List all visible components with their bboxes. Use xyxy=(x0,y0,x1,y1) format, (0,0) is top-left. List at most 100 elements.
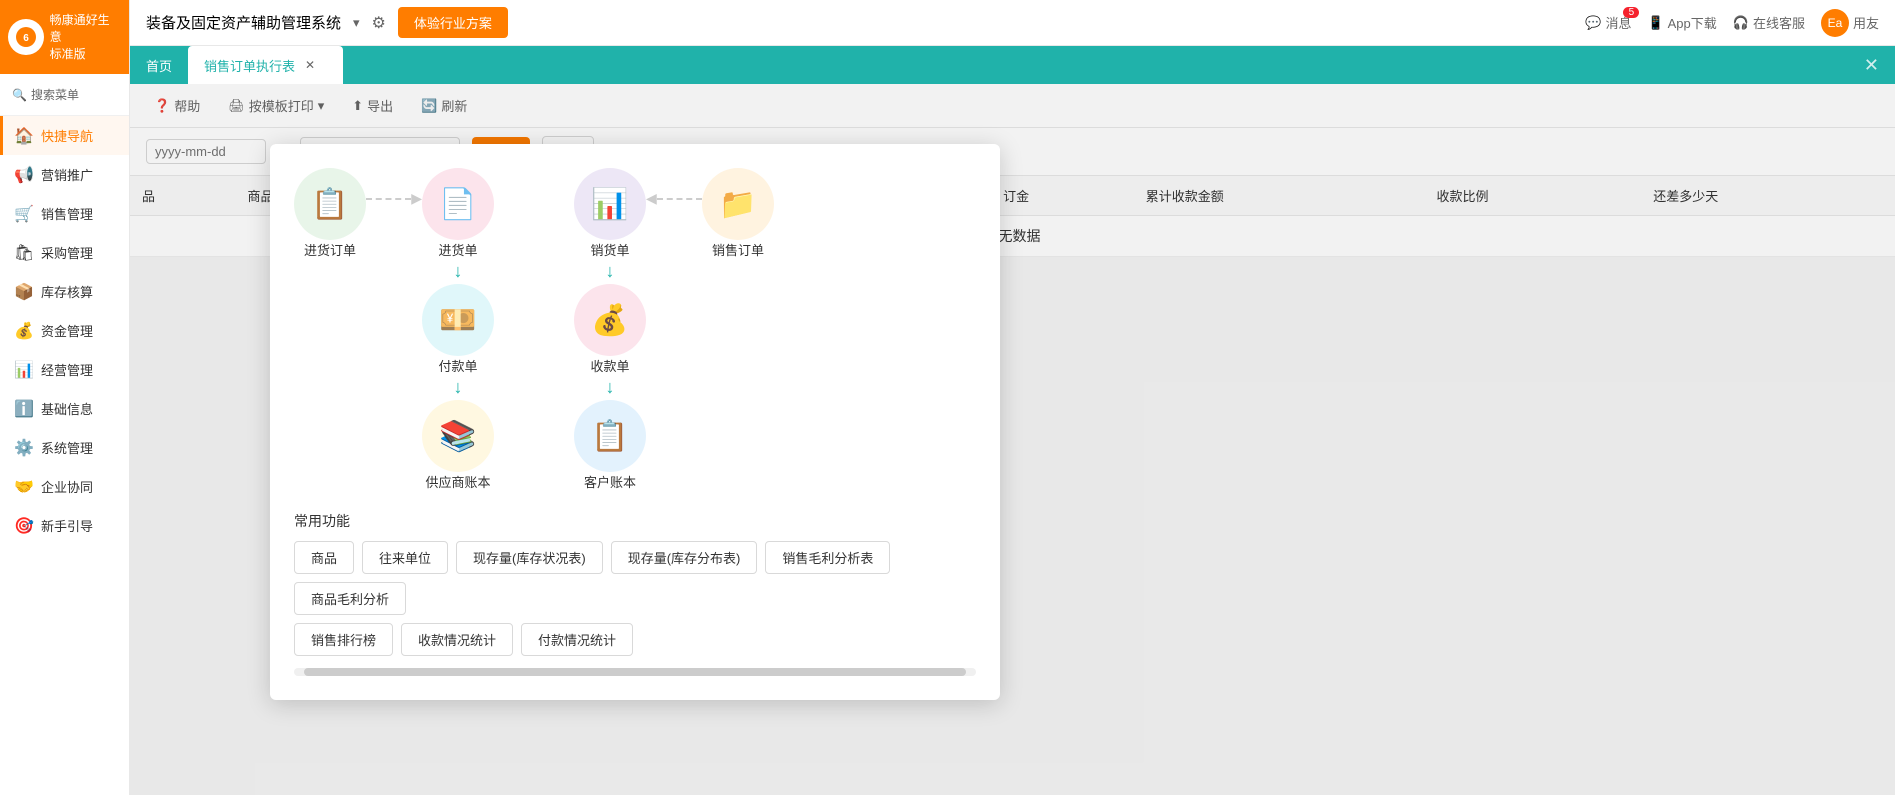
sidebar-item-enterprise[interactable]: 🤝 企业协同 xyxy=(0,467,129,506)
tab-home-label: 首页 xyxy=(146,56,172,75)
app-download-action[interactable]: 📱 App下载 xyxy=(1647,13,1716,32)
func-btn-inventory-dist[interactable]: 现存量(库存分布表) xyxy=(611,541,758,574)
purchase-bill-icon: 📄 xyxy=(439,187,476,222)
inventory-icon: 📦 xyxy=(15,283,33,301)
sales-bill-icon: 📊 xyxy=(591,187,628,222)
func-btn-product[interactable]: 商品 xyxy=(294,541,354,574)
search-menu-label: 搜索菜单 xyxy=(31,86,79,103)
flow-modal: 📋 进货订单 ▶ 📄 xyxy=(270,144,1000,700)
sidebar-item-label: 企业协同 xyxy=(41,477,93,496)
title-dropdown-icon[interactable]: ▾ xyxy=(353,15,360,31)
sidebar-item-ops[interactable]: 📊 经营管理 xyxy=(0,350,129,389)
customer-ledger-label: 客户账本 xyxy=(584,472,636,491)
search-menu-button[interactable]: 🔍 搜索菜单 xyxy=(8,82,121,107)
newbie-icon: 🎯 xyxy=(15,517,33,535)
receipt-bill-circle[interactable]: 💰 xyxy=(574,284,646,356)
arrow-right-1: ▶ xyxy=(366,168,422,207)
main-area: 装备及固定资产辅助管理系统 ▾ ⚙ 体验行业方案 💬 消息 5 📱 App下载 … xyxy=(130,0,1895,795)
app-download-label: App下载 xyxy=(1668,13,1717,32)
sidebar-item-sysconfig[interactable]: ⚙️ 系统管理 xyxy=(0,428,129,467)
app-title: 装备及固定资产辅助管理系统 xyxy=(146,12,341,33)
sales-bill-circle[interactable]: 📊 xyxy=(574,168,646,240)
modal-overlay[interactable]: 📋 进货订单 ▶ 📄 xyxy=(130,84,1895,795)
svg-text:6: 6 xyxy=(23,33,29,44)
sidebar-item-label: 营销推广 xyxy=(41,165,93,184)
message-badge: 5 xyxy=(1623,7,1639,18)
customer-ledger-circle[interactable]: 📋 xyxy=(574,400,646,472)
purchase-order-icon: 📋 xyxy=(311,187,348,222)
sales-order-circle[interactable]: 📁 xyxy=(702,168,774,240)
logo-icon: 6 xyxy=(8,19,44,55)
user-label: 用友 xyxy=(1853,13,1879,32)
basic-icon: ℹ️ xyxy=(15,400,33,418)
content-area: ❓ 帮助 🖨 按模板打印 ▾ ⬆ 导出 🔄 刷新 xyxy=(130,84,1895,795)
tabbar-right: ✕ xyxy=(1864,55,1895,76)
payment-bill-icon: 💴 xyxy=(439,303,476,338)
func-btn-product-margin[interactable]: 商品毛利分析 xyxy=(294,582,406,615)
sysconfig-icon: ⚙️ xyxy=(15,439,33,457)
purchase-order-label: 进货订单 xyxy=(304,240,356,259)
func-btn-contacts[interactable]: 往来单位 xyxy=(362,541,448,574)
sidebar-item-quick-nav[interactable]: 🏠 快捷导航 xyxy=(0,116,129,155)
purchase-order-circle[interactable]: 📋 xyxy=(294,168,366,240)
ops-icon: 📊 xyxy=(15,361,33,379)
payment-bill-circle[interactable]: 💴 xyxy=(422,284,494,356)
sidebar-item-basic[interactable]: ℹ️ 基础信息 xyxy=(0,389,129,428)
quick-nav-icon: 🏠 xyxy=(15,127,33,145)
flow-sales-order: 📁 销售订单 xyxy=(702,168,774,259)
marketing-icon: 📢 xyxy=(15,166,33,184)
supplier-ledger-circle[interactable]: 📚 xyxy=(422,400,494,472)
tab-sales-order-exec[interactable]: 销售订单执行表 ✕ xyxy=(188,46,343,84)
func-btn-payment-stats[interactable]: 付款情况统计 xyxy=(521,623,633,656)
func-btn-receipt-stats[interactable]: 收款情况统计 xyxy=(401,623,513,656)
sidebar: 6 畅康通好生意 标准版 🔍 搜索菜单 🏠 快捷导航 📢 营销推广 xyxy=(0,0,130,795)
sidebar-item-newbie[interactable]: 🎯 新手引导 xyxy=(0,506,129,545)
sidebar-item-inventory[interactable]: 📦 库存核算 xyxy=(0,272,129,311)
avatar-text: Ea xyxy=(1828,16,1843,30)
avatar: Ea xyxy=(1821,9,1849,37)
sales-order-label: 销售订单 xyxy=(712,240,764,259)
sidebar-item-label: 库存核算 xyxy=(41,282,93,301)
online-service-label: 在线客服 xyxy=(1753,13,1805,32)
tabbar: 首页 销售订单执行表 ✕ ✕ xyxy=(130,46,1895,84)
sidebar-item-label: 系统管理 xyxy=(41,438,93,457)
sidebar-item-finance[interactable]: 💰 资金管理 xyxy=(0,311,129,350)
sidebar-item-purchase[interactable]: 🛍 采购管理 xyxy=(0,233,129,272)
modal-scroll-thumb xyxy=(304,668,966,676)
user-avatar-action[interactable]: Ea 用友 xyxy=(1821,9,1879,37)
settings-icon[interactable]: ⚙ xyxy=(372,13,386,33)
func-buttons-row2: 销售排行榜 收款情况统计 付款情况统计 xyxy=(294,623,976,656)
online-service-action[interactable]: 🎧 在线客服 xyxy=(1733,13,1805,32)
tabbar-close-icon[interactable]: ✕ xyxy=(1864,55,1879,75)
func-btn-inventory-status[interactable]: 现存量(库存状况表) xyxy=(456,541,603,574)
flow-purchase-bill: 📄 进货单 ↓ 💴 付款单 ↓ xyxy=(422,168,494,491)
service-icon: 🎧 xyxy=(1733,15,1749,31)
modal-scrollbar[interactable] xyxy=(294,668,976,676)
sidebar-item-label: 销售管理 xyxy=(41,204,93,223)
sales-bill-label: 销货单 xyxy=(590,240,629,259)
message-action[interactable]: 💬 消息 5 xyxy=(1585,13,1631,32)
flow-diagram: 📋 进货订单 ▶ 📄 xyxy=(294,168,976,491)
finance-icon: 💰 xyxy=(15,322,33,340)
sidebar-nav: 🏠 快捷导航 📢 营销推广 🛒 销售管理 🛍 采购管理 📦 库存核算 💰 xyxy=(0,116,129,795)
receipt-bill-label: 收款单 xyxy=(590,356,629,375)
arrow-down-sales: ↓ xyxy=(606,259,615,284)
sidebar-item-label: 经营管理 xyxy=(41,360,93,379)
purchase-bill-circle[interactable]: 📄 xyxy=(422,168,494,240)
supplier-ledger-label: 供应商账本 xyxy=(425,472,490,491)
sidebar-item-sales[interactable]: 🛒 销售管理 xyxy=(0,194,129,233)
purchase-bill-label: 进货单 xyxy=(438,240,477,259)
arrow-down-payment: ↓ xyxy=(454,375,463,400)
flow-sales-bill: 📊 销货单 ↓ 💰 收款单 ↓ xyxy=(574,168,646,491)
purchase-icon: 🛍 xyxy=(15,244,33,262)
tab-close-icon[interactable]: ✕ xyxy=(305,58,315,72)
logo-text1: 畅康通好生意 xyxy=(50,12,121,46)
func-btn-sales-rank[interactable]: 销售排行榜 xyxy=(294,623,393,656)
sidebar-item-marketing[interactable]: 📢 营销推广 xyxy=(0,155,129,194)
tab-home[interactable]: 首页 xyxy=(130,46,188,84)
func-btn-sales-margin[interactable]: 销售毛利分析表 xyxy=(765,541,890,574)
message-icon: 💬 xyxy=(1585,15,1601,31)
trial-button[interactable]: 体验行业方案 xyxy=(398,7,508,38)
arrow-left-1: ◀ xyxy=(646,168,702,207)
flow-purchase-order: 📋 进货订单 xyxy=(294,168,366,259)
